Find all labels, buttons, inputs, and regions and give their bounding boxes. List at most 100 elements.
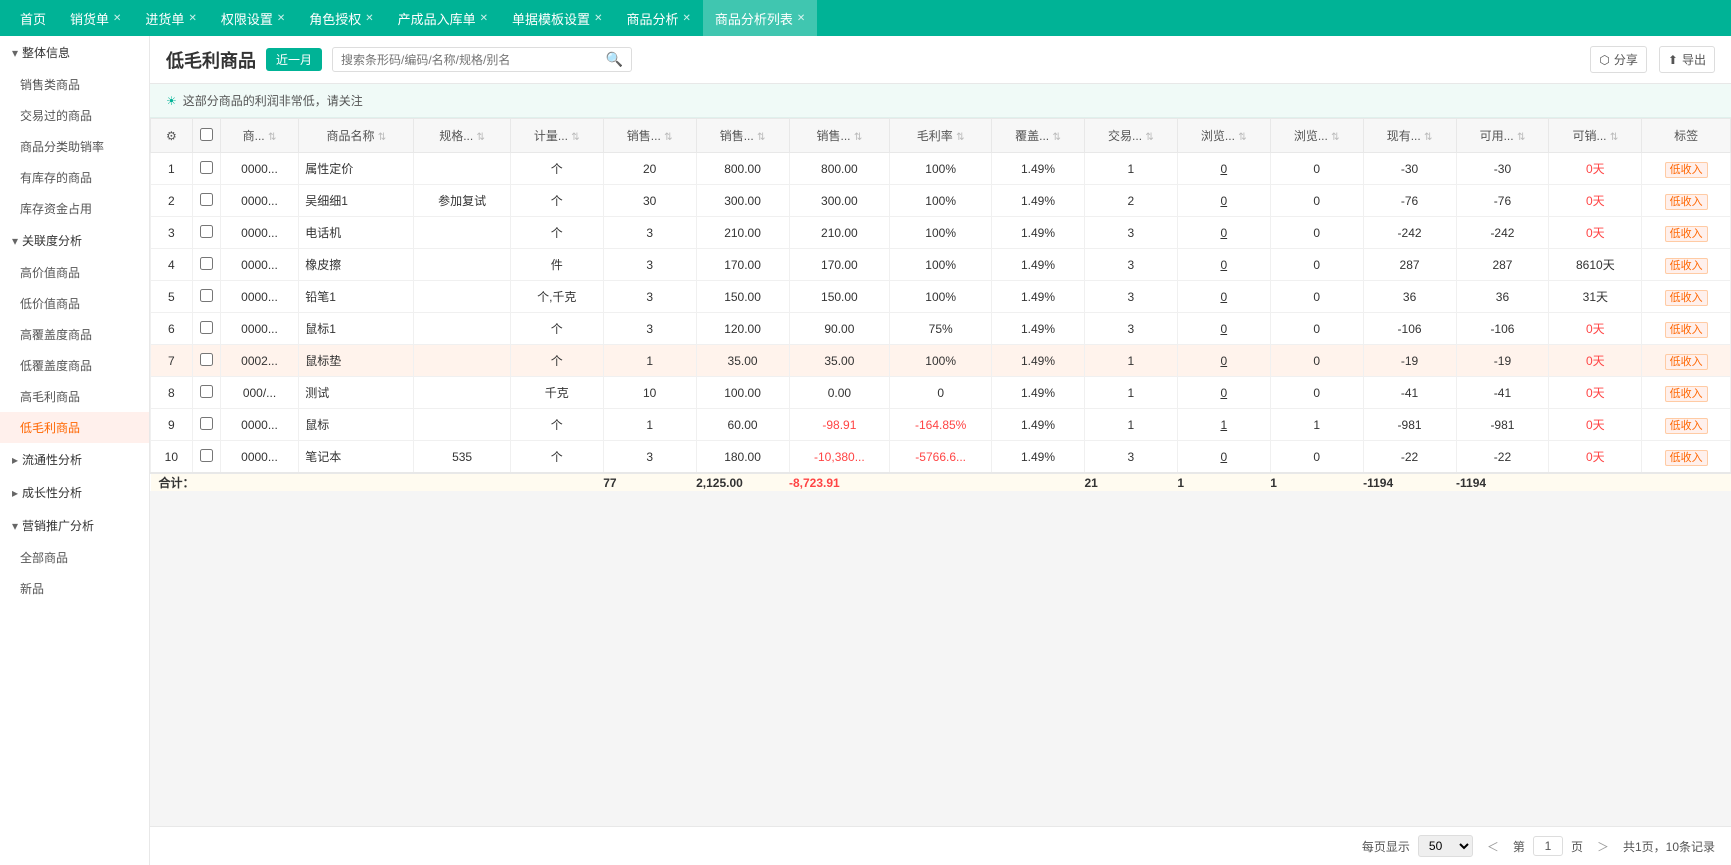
row-checkbox[interactable] — [192, 249, 220, 281]
col-name[interactable]: 商品名称 ⇅ — [299, 119, 414, 153]
col-sales-price[interactable]: 销售... ⇅ — [696, 119, 789, 153]
share-button[interactable]: ⬡ 分享 — [1590, 46, 1647, 73]
sidebar-item-high-value[interactable]: 高价值商品 — [0, 257, 149, 288]
nav-purchase[interactable]: 进货单 ✕ — [133, 0, 208, 36]
col-coverage[interactable]: 覆盖... ⇅ — [992, 119, 1085, 153]
sidebar-item-traded-products[interactable]: 交易过的商品 — [0, 100, 149, 131]
search-icon[interactable]: 🔍 — [606, 51, 623, 68]
row-name[interactable]: 橡皮擦 — [299, 249, 414, 281]
row-checkbox[interactable] — [192, 345, 220, 377]
sidebar-item-in-stock[interactable]: 有库存的商品 — [0, 162, 149, 193]
nav-product-analysis-list-close[interactable]: ✕ — [797, 13, 805, 24]
sidebar-section-overview[interactable]: ▾ 整体信息 — [0, 36, 149, 69]
row-name[interactable]: 鼠标垫 — [299, 345, 414, 377]
views1-link[interactable]: 0 — [1220, 290, 1227, 304]
next-page-button[interactable]: ＞ — [1591, 836, 1615, 857]
row-name[interactable]: 属性定价 — [299, 153, 414, 185]
export-button[interactable]: ⬆ 导出 — [1659, 46, 1715, 73]
row-name[interactable]: 鼠标1 — [299, 313, 414, 345]
row-views1[interactable]: 0 — [1177, 249, 1270, 281]
sidebar-section-growth[interactable]: ▸ 成长性分析 — [0, 476, 149, 509]
col-sellable-days[interactable]: 可销... ⇅ — [1549, 119, 1642, 153]
row-views1[interactable]: 0 — [1177, 281, 1270, 313]
row-views1[interactable]: 0 — [1177, 185, 1270, 217]
col-available-stock[interactable]: 可用... ⇅ — [1456, 119, 1549, 153]
col-spec[interactable]: 规格... ⇅ — [414, 119, 511, 153]
sidebar-item-low-value[interactable]: 低价值商品 — [0, 288, 149, 319]
row-select-checkbox[interactable] — [200, 289, 213, 302]
col-unit[interactable]: 计量... ⇅ — [510, 119, 603, 153]
row-checkbox[interactable] — [192, 153, 220, 185]
col-sales-amount[interactable]: 销售... ⇅ — [789, 119, 890, 153]
row-select-checkbox[interactable] — [200, 225, 213, 238]
sidebar-item-category-sales-rate[interactable]: 商品分类助销率 — [0, 131, 149, 162]
nav-home[interactable]: 首页 — [8, 0, 58, 36]
row-name[interactable]: 测试 — [299, 377, 414, 409]
nav-roles[interactable]: 角色授权 ✕ — [297, 0, 385, 36]
views1-link[interactable]: 0 — [1220, 450, 1227, 464]
row-views1[interactable]: 0 — [1177, 313, 1270, 345]
row-views1[interactable]: 0 — [1177, 441, 1270, 474]
sidebar-section-liquidity[interactable]: ▸ 流通性分析 — [0, 443, 149, 476]
views1-link[interactable]: 0 — [1220, 386, 1227, 400]
nav-roles-close[interactable]: ✕ — [365, 13, 373, 24]
sidebar-section-marketing[interactable]: ▾ 营销推广分析 — [0, 509, 149, 542]
views1-link[interactable]: 0 — [1220, 354, 1227, 368]
sidebar-item-low-coverage[interactable]: 低覆盖度商品 — [0, 350, 149, 381]
nav-product-analysis-close[interactable]: ✕ — [682, 13, 690, 24]
sidebar-item-sales-products[interactable]: 销售类商品 — [0, 69, 149, 100]
sidebar-item-all-products[interactable]: 全部商品 — [0, 542, 149, 573]
nav-template-close[interactable]: ✕ — [594, 13, 602, 24]
row-checkbox[interactable] — [192, 313, 220, 345]
per-page-select[interactable]: 50 100 200 — [1418, 835, 1473, 857]
row-select-checkbox[interactable] — [200, 193, 213, 206]
row-views1[interactable]: 1 — [1177, 409, 1270, 441]
row-views1[interactable]: 0 — [1177, 217, 1270, 249]
col-views2[interactable]: 浏览... ⇅ — [1270, 119, 1363, 153]
sidebar-section-correlation[interactable]: ▾ 关联度分析 — [0, 224, 149, 257]
nav-sales[interactable]: 销货单 ✕ — [58, 0, 133, 36]
nav-permissions-close[interactable]: ✕ — [277, 13, 285, 24]
row-name[interactable]: 吴细细1 — [299, 185, 414, 217]
nav-permissions[interactable]: 权限设置 ✕ — [209, 0, 297, 36]
nav-template[interactable]: 单据模板设置 ✕ — [500, 0, 614, 36]
views1-link[interactable]: 0 — [1220, 194, 1227, 208]
nav-product-analysis[interactable]: 商品分析 ✕ — [614, 0, 702, 36]
row-select-checkbox[interactable] — [200, 353, 213, 366]
nav-purchase-close[interactable]: ✕ — [188, 13, 196, 24]
row-select-checkbox[interactable] — [200, 449, 213, 462]
nav-product-entry-close[interactable]: ✕ — [480, 13, 488, 24]
col-select-all[interactable] — [192, 119, 220, 153]
row-name[interactable]: 铅笔1 — [299, 281, 414, 313]
row-name[interactable]: 笔记本 — [299, 441, 414, 474]
row-views1[interactable]: 0 — [1177, 377, 1270, 409]
sidebar-item-high-margin[interactable]: 高毛利商品 — [0, 381, 149, 412]
views1-link[interactable]: 0 — [1220, 162, 1227, 176]
col-settings[interactable]: ⚙ — [151, 119, 193, 153]
row-views1[interactable]: 0 — [1177, 153, 1270, 185]
nav-product-analysis-list[interactable]: 商品分析列表 ✕ — [703, 0, 817, 36]
row-checkbox[interactable] — [192, 185, 220, 217]
col-gross-margin[interactable]: 毛利率 ⇅ — [890, 119, 992, 153]
filter-recent-month-button[interactable]: 近一月 — [266, 48, 322, 71]
sidebar-item-stock-funds[interactable]: 库存资金占用 — [0, 193, 149, 224]
current-page[interactable]: 1 — [1533, 836, 1563, 856]
views1-link[interactable]: 1 — [1220, 418, 1227, 432]
views1-link[interactable]: 0 — [1220, 322, 1227, 336]
row-checkbox[interactable] — [192, 217, 220, 249]
col-transactions[interactable]: 交易... ⇅ — [1084, 119, 1177, 153]
search-input[interactable] — [341, 53, 606, 67]
col-current-stock[interactable]: 现有... ⇅ — [1363, 119, 1456, 153]
col-code[interactable]: 商... ⇅ — [220, 119, 299, 153]
row-checkbox[interactable] — [192, 409, 220, 441]
row-select-checkbox[interactable] — [200, 257, 213, 270]
views1-link[interactable]: 0 — [1220, 258, 1227, 272]
row-checkbox[interactable] — [192, 441, 220, 474]
row-name[interactable]: 鼠标 — [299, 409, 414, 441]
sidebar-item-high-coverage[interactable]: 高覆盖度商品 — [0, 319, 149, 350]
sidebar-item-new-products[interactable]: 新品 — [0, 573, 149, 604]
row-select-checkbox[interactable] — [200, 161, 213, 174]
row-checkbox[interactable] — [192, 377, 220, 409]
row-views1[interactable]: 0 — [1177, 345, 1270, 377]
prev-page-button[interactable]: ＜ — [1481, 836, 1505, 857]
